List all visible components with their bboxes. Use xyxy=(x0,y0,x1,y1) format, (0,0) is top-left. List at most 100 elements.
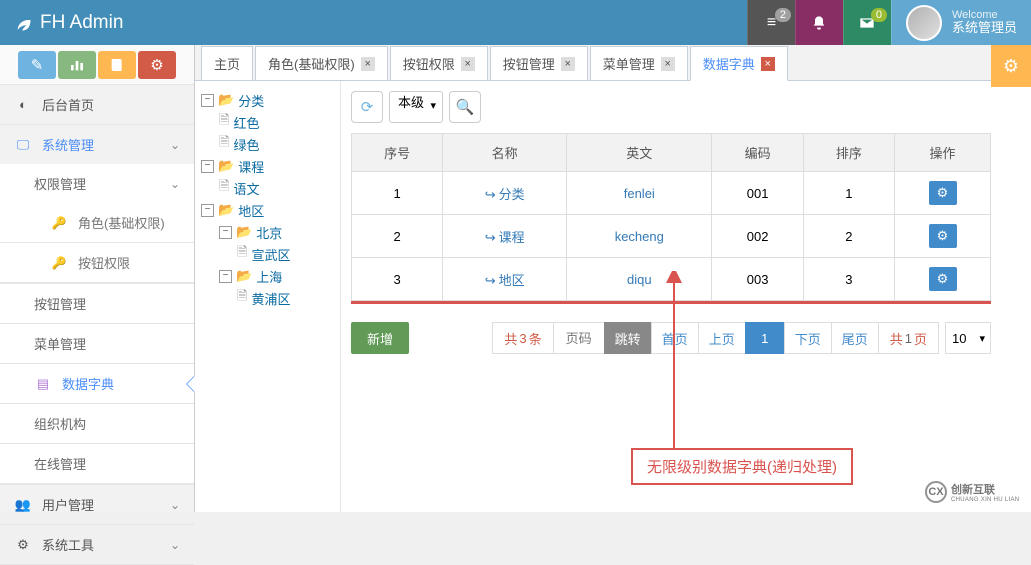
row-settings-button[interactable]: ⚙ xyxy=(929,224,957,248)
nav-role-basic[interactable]: 🔑角色(基础权限) xyxy=(0,203,194,242)
nav-data-dict[interactable]: ▤数据字典 xyxy=(0,364,194,403)
tree-node[interactable]: 宣武区 xyxy=(251,245,290,264)
nav-user-mgmt[interactable]: 👥用户管理⌄ xyxy=(0,485,194,524)
folder-icon: 📂 xyxy=(218,202,234,218)
tree-node[interactable]: 分类 xyxy=(238,91,264,110)
close-icon[interactable]: × xyxy=(761,57,775,71)
tree-node[interactable]: 红色 xyxy=(233,113,259,132)
shortcut-settings-button[interactable]: ⚙ xyxy=(138,51,176,79)
add-button[interactable]: 新增 xyxy=(351,322,409,354)
gear-icon: ⚙ xyxy=(937,271,949,287)
refresh-icon: ⟳ xyxy=(361,98,374,116)
tree-collapse-button[interactable]: − xyxy=(201,94,214,107)
header-tasks-button[interactable]: ≡ 2 xyxy=(747,0,795,45)
pager-jump-button[interactable]: 跳转 xyxy=(604,322,652,354)
brand-text: FH Admin xyxy=(40,12,123,34)
gear-icon: ⚙ xyxy=(937,228,949,244)
row-name-link[interactable]: ↪分类 xyxy=(485,187,525,202)
table-row: 2 ↪课程 kecheng 002 2 ⚙ xyxy=(352,215,991,258)
pager-next-button[interactable]: 下页 xyxy=(784,322,832,354)
users-icon: 👥 xyxy=(14,497,32,513)
tab-menu-mgmt[interactable]: 菜单管理× xyxy=(590,46,688,80)
tab-btn-perm[interactable]: 按钮权限× xyxy=(390,46,488,80)
forward-icon: ↪ xyxy=(485,187,496,202)
chevron-down-icon: ⌄ xyxy=(170,177,180,191)
tree-collapse-button[interactable]: − xyxy=(219,270,232,283)
pager-prev-button[interactable]: 上页 xyxy=(698,322,746,354)
key-icon: 🔑 xyxy=(50,256,68,270)
header-mail-button[interactable]: 0 xyxy=(843,0,891,45)
dashboard-icon: ◐ xyxy=(14,97,32,112)
shortcut-edit-button[interactable]: ✎ xyxy=(18,51,56,79)
pager-last-button[interactable]: 尾页 xyxy=(831,322,879,354)
tree-collapse-button[interactable]: − xyxy=(201,204,214,217)
shortcut-book-button[interactable] xyxy=(98,51,136,79)
row-en-link[interactable]: fenlei xyxy=(624,186,655,201)
nav-system-mgmt[interactable]: 🖵系统管理⌄ xyxy=(0,125,194,164)
tab-btn-mgmt[interactable]: 按钮管理× xyxy=(490,46,588,80)
nav-btn-perm[interactable]: 🔑按钮权限 xyxy=(0,243,194,282)
tree-node[interactable]: 黄浦区 xyxy=(251,289,290,308)
col-name: 名称 xyxy=(443,134,567,172)
tree-node[interactable]: 绿色 xyxy=(233,135,259,154)
avatar xyxy=(906,5,942,41)
nav-menu-mgmt[interactable]: 菜单管理 xyxy=(0,324,194,363)
tree-collapse-button[interactable]: − xyxy=(201,160,214,173)
leaf-icon xyxy=(14,14,32,32)
nav-org[interactable]: 组织机构 xyxy=(0,404,194,443)
row-en-link[interactable]: kecheng xyxy=(615,229,664,244)
nav-sys-tools[interactable]: ⚙系统工具⌄ xyxy=(0,525,194,564)
mail-badge: 0 xyxy=(871,8,887,22)
tree-node[interactable]: 北京 xyxy=(256,223,282,242)
gear-icon: ⚙ xyxy=(1003,56,1019,77)
row-settings-button[interactable]: ⚙ xyxy=(929,267,957,291)
header-alerts-button[interactable] xyxy=(795,0,843,45)
row-name-link[interactable]: ↪地区 xyxy=(485,273,525,288)
file-icon: 🗎 xyxy=(237,243,247,265)
row-settings-button[interactable]: ⚙ xyxy=(929,181,957,205)
chevron-down-icon: ⌄ xyxy=(170,538,180,552)
nav-perm-mgmt[interactable]: 权限管理⌄ xyxy=(0,164,194,203)
col-sort: 排序 xyxy=(803,134,894,172)
pager-page-input[interactable] xyxy=(553,322,605,354)
forward-icon: ↪ xyxy=(485,230,496,245)
tab-data-dict[interactable]: 数据字典× xyxy=(690,46,788,81)
pager-pagecount: 共1页 xyxy=(878,322,939,354)
data-table: 序号 名称 英文 编码 排序 操作 1 ↪分类 fenlei 001 xyxy=(351,133,991,301)
tree-collapse-button[interactable]: − xyxy=(219,226,232,239)
close-icon[interactable]: × xyxy=(561,57,575,71)
chevron-down-icon: ⌄ xyxy=(170,138,180,152)
key-icon: 🔑 xyxy=(50,216,68,230)
tab-settings-button[interactable]: ⚙ xyxy=(991,45,1031,87)
tree-node[interactable]: 上海 xyxy=(256,267,282,286)
nav-home[interactable]: ◐后台首页 xyxy=(0,85,194,124)
desktop-icon: 🖵 xyxy=(14,137,32,153)
search-button[interactable]: 🔍 xyxy=(449,91,481,123)
user-menu[interactable]: Welcome 系统管理员 xyxy=(891,0,1031,45)
row-name-link[interactable]: ↪课程 xyxy=(485,230,525,245)
tab-role[interactable]: 角色(基础权限)× xyxy=(255,46,388,80)
pager-current[interactable]: 1 xyxy=(745,322,785,354)
tree-node[interactable]: 语文 xyxy=(233,179,259,198)
pager-size-select[interactable]: 10 xyxy=(945,322,991,354)
nav-btn-mgmt[interactable]: 按钮管理 xyxy=(0,284,194,323)
row-en-link[interactable]: diqu xyxy=(627,272,652,287)
close-icon[interactable]: × xyxy=(461,57,475,71)
shortcut-chart-button[interactable] xyxy=(58,51,96,79)
level-select[interactable]: 本级 xyxy=(389,91,443,123)
tree-node[interactable]: 地区 xyxy=(238,201,264,220)
col-code: 编码 xyxy=(712,134,803,172)
pager-first-button[interactable]: 首页 xyxy=(651,322,699,354)
book-icon: ▤ xyxy=(34,376,52,392)
welcome-label: Welcome xyxy=(952,9,1017,21)
close-icon[interactable]: × xyxy=(661,57,675,71)
tree-node[interactable]: 课程 xyxy=(238,157,264,176)
refresh-button[interactable]: ⟳ xyxy=(351,91,383,123)
tab-home[interactable]: 主页 xyxy=(201,46,253,80)
gear-icon: ⚙ xyxy=(937,185,949,201)
annotation-callout: 无限级别数据字典(递归处理) xyxy=(631,448,853,485)
nav-online-mgmt[interactable]: 在线管理 xyxy=(0,444,194,483)
file-icon: 🗎 xyxy=(219,177,229,199)
folder-icon: 📂 xyxy=(218,92,234,108)
close-icon[interactable]: × xyxy=(361,57,375,71)
